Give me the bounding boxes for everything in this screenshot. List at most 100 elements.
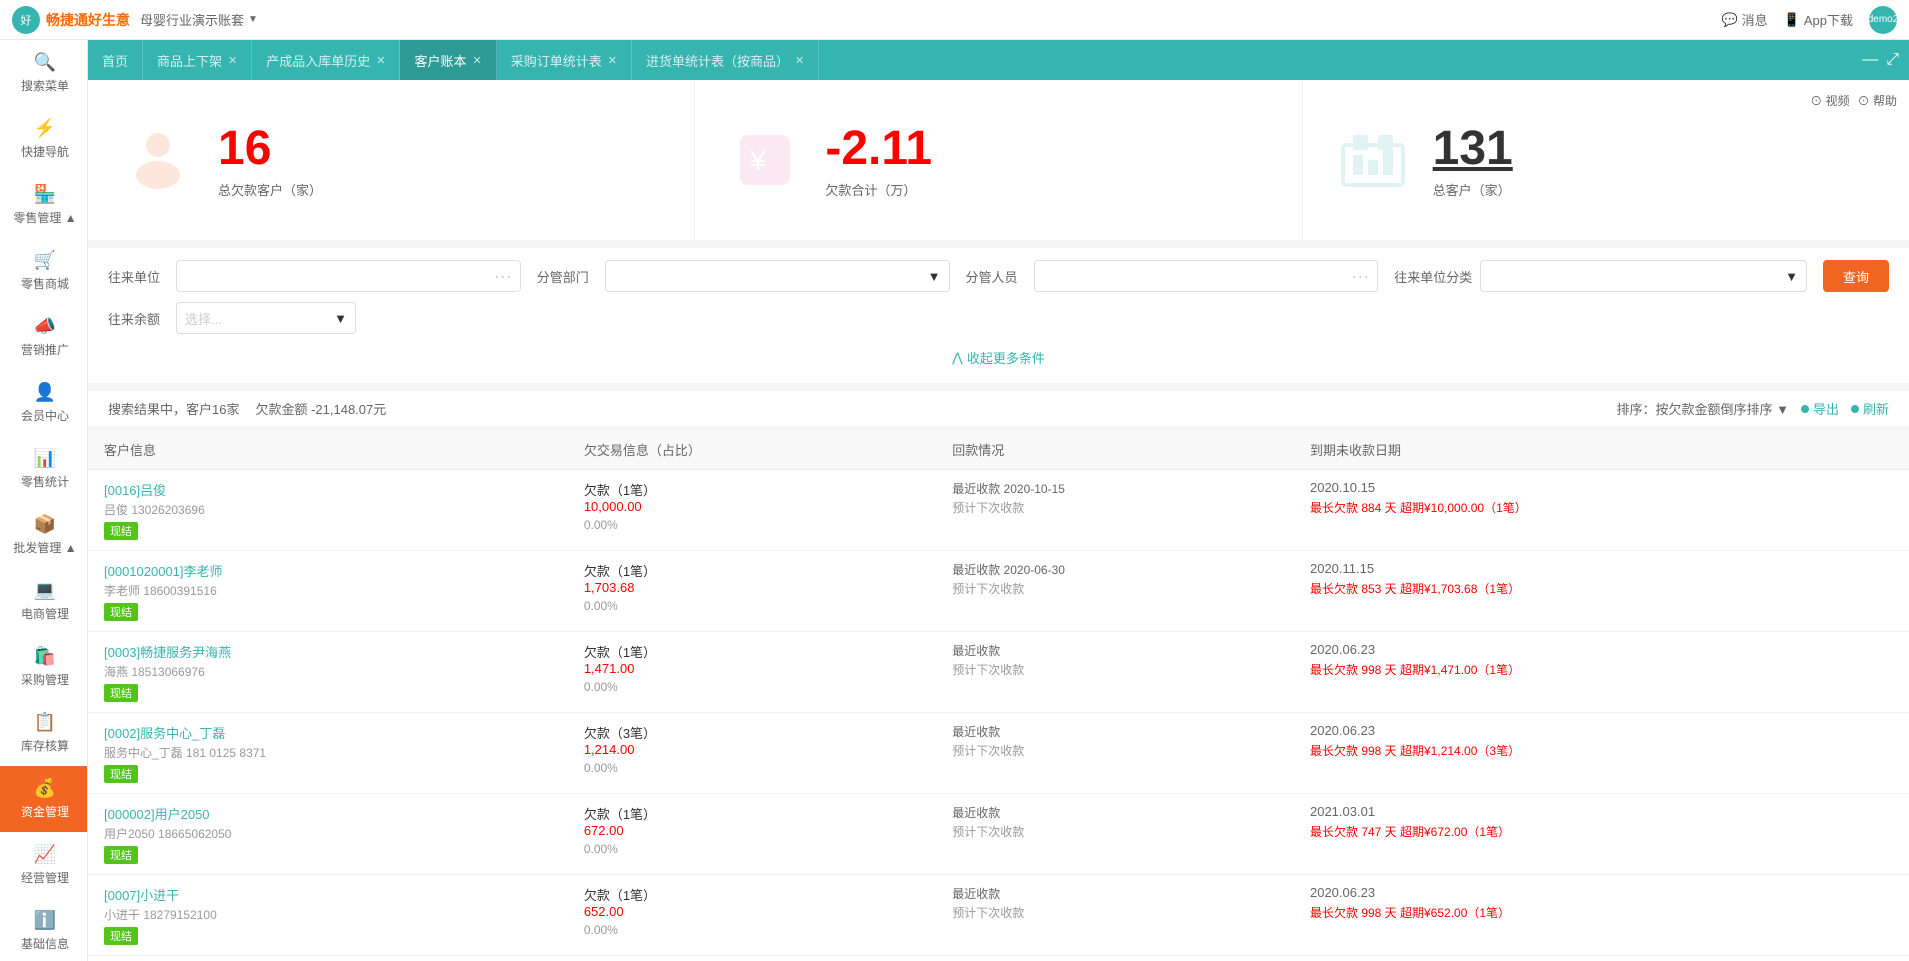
table-row: [0002]服务中心_丁磊 服务中心_丁磊 181 0125 8371 现结 欠… [88,713,1909,794]
tab-home[interactable]: 首页 [88,40,143,80]
maximize-button[interactable]: ⤢ [1886,51,1899,69]
filter-dept-select[interactable]: ▼ [605,260,950,292]
filter-unit-dots[interactable]: ··· [494,267,512,285]
table-row: [0007]小进干 小进干 18279152100 现结 欠款（1笔） 652.… [88,875,1909,956]
sidebar-item-电商管理[interactable]: 💻电商管理 [0,568,87,634]
total-customers-icon [1333,120,1413,200]
refresh-button[interactable]: 刷新 [1851,399,1889,418]
close-tab-purchase-order-stats[interactable]: ✕ [608,54,617,67]
sidebar-item-经营管理[interactable]: 📈经营管理 [0,832,87,898]
due-date: 2020.06.23 [1310,885,1893,900]
debt-amount-label: 欠款合计（万） [825,180,932,199]
export-icon [1801,405,1809,413]
overdue-link[interactable]: 最长欠款 998 天 超期¥1,471.00（1笔） [1310,661,1893,678]
sidebar-item-搜索菜单[interactable]: 🔍搜索菜单 [0,40,87,106]
debt-customers-value: 16 [218,121,322,176]
overdue-link[interactable]: 最长欠款 884 天 超期¥10,000.00（1笔） [1310,499,1893,516]
overdue-link[interactable]: 最长欠款 747 天 超期¥672.00（1笔） [1310,823,1893,840]
minimize-button[interactable]: — [1862,51,1878,69]
due-date: 2021.03.01 [1310,804,1893,819]
customer-contact: 李老师 18600391516 [104,582,552,599]
next-collection: 预计下次收款 [952,742,1278,759]
customer-contact: 用户2050 18665062050 [104,825,552,842]
col-header-due-date: 到期未收款日期 [1294,430,1909,470]
tab-inbound-stats[interactable]: 进货单统计表（按商品） ✕ [632,40,819,80]
logo: 好 畅捷通好生意 [12,6,130,34]
refresh-icon [1851,405,1859,413]
result-bar: 搜索结果中，客户16家 欠款金额 -21,148.07元 排序：按欠款金额倒序排… [88,391,1909,426]
sidebar-item-零售商城[interactable]: 🛒零售商城 [0,238,87,304]
sort-selector[interactable]: 排序：按欠款金额倒序排序 ▼ [1616,399,1789,418]
customer-name-link[interactable]: [0007]小进干 [104,888,179,903]
debt-amount: 10,000.00 [584,499,920,514]
tab-warehouse-history[interactable]: 产成品入库单历史 ✕ [252,40,400,80]
customer-name-link[interactable]: [000002]用户2050 [104,807,210,822]
filter-unit: 往来单位 ··· [108,260,521,292]
table-row: [0003]畅捷服务尹海燕 海燕 18513066976 现结 欠款（1笔） 1… [88,632,1909,713]
collapse-button[interactable]: ⋀ 收起更多条件 [108,344,1889,371]
filter-unit-input[interactable]: ··· [176,260,521,292]
tab-purchase-order-stats[interactable]: 采购订单统计表 ✕ [497,40,632,80]
next-collection: 预计下次收款 [952,661,1278,678]
sidebar-item-零售统计[interactable]: 📊零售统计 [0,436,87,502]
sidebar-item-会员中心[interactable]: 👤会员中心 [0,370,87,436]
filter-unit-type: 往来单位分类 ▼ [1394,260,1807,292]
next-collection: 预计下次收款 [952,580,1278,597]
customer-name-link[interactable]: [0001020001]李老师 [104,564,223,579]
stat-card-total-customers: 131 总客户（家） ⊙ 视频 ⊙ 帮助 [1303,80,1909,240]
sidebar-item-批发管理[interactable]: 📦批发管理 ▲ [0,502,87,568]
customer-name-link[interactable]: [0002]服务中心_丁磊 [104,726,225,741]
table-row: [0006]去下粮仓 陈小希 现结 欠款（1笔） 455.90 0.00% 最近… [88,956,1909,961]
customer-name-link[interactable]: [0016]吕俊 [104,483,166,498]
close-tab-inbound-stats[interactable]: ✕ [795,54,804,67]
overdue-link[interactable]: 最长欠款 998 天 超期¥652.00（1笔） [1310,904,1893,921]
filter-balance-select[interactable]: 选择... ▼ [176,302,356,334]
sidebar-item-资金管理[interactable]: 💰资金管理 [0,766,87,832]
video-button[interactable]: ⊙ 视频 [1810,92,1849,109]
table-row: [0016]吕俊 吕俊 13026203696 现结 欠款（1笔） 10,000… [88,470,1909,551]
overdue-link[interactable]: 最长欠款 853 天 超期¥1,703.68（1笔） [1310,580,1893,597]
export-button[interactable]: 导出 [1801,399,1839,418]
tab-product-listing[interactable]: 商品上下架 ✕ [143,40,252,80]
filter-area: 往来单位 ··· 分管部门 ▼ [88,248,1909,383]
app-download-button[interactable]: 📱 App下载 [1784,10,1853,29]
debt-label: 欠款（3笔） [584,723,920,742]
col-header-debt: 欠交易信息（占比） [568,430,936,470]
message-button[interactable]: 💬 消息 [1721,10,1767,29]
filter-person: 分管人员 ··· [966,260,1379,292]
filter-person-input[interactable]: ··· [1034,260,1379,292]
avatar[interactable]: demo2 [1869,6,1897,34]
sidebar-item-营销推广[interactable]: 📣营销推广 [0,304,87,370]
customer-tag: 现结 [104,846,138,864]
close-tab-warehouse-history[interactable]: ✕ [376,54,385,67]
help-button[interactable]: ⊙ 帮助 [1858,92,1897,109]
debt-amount: 652.00 [584,904,920,919]
filter-unit-type-select[interactable]: ▼ [1480,260,1807,292]
table-row: [0001020001]李老师 李老师 18600391516 现结 欠款（1笔… [88,551,1909,632]
store-selector[interactable]: 母婴行业演示账套 ▼ [140,10,258,29]
close-tab-customer-ledger[interactable]: ✕ [473,54,482,67]
debt-ratio: 0.00% [584,842,920,856]
customer-tag: 现结 [104,765,138,783]
sidebar-item-库存核算[interactable]: 📋库存核算 [0,700,87,766]
sidebar-item-快捷导航[interactable]: ⚡快捷导航 [0,106,87,172]
sidebar-item-零售管理[interactable]: 🏪零售管理 ▲ [0,172,87,238]
result-amount: 欠款金额 -21,148.07元 [255,399,386,418]
close-tab-product-listing[interactable]: ✕ [228,54,237,67]
debt-label: 欠款（1笔） [584,480,920,499]
customer-table: 客户信息 欠交易信息（占比） 回款情况 到期未收款日期 [0016]吕俊 吕俊 … [88,430,1909,961]
tab-bar: 首页 商品上下架 ✕ 产成品入库单历史 ✕ 客户账本 ✕ 采购订单统计表 ✕ [88,40,1909,80]
query-button[interactable]: 查询 [1823,260,1889,292]
next-collection: 预计下次收款 [952,823,1278,840]
debt-label: 欠款（1笔） [584,642,920,661]
filter-person-label: 分管人员 [966,267,1026,286]
tab-customer-ledger[interactable]: 客户账本 ✕ [400,40,496,80]
sidebar-item-基础信息[interactable]: ℹ️基础信息 [0,898,87,961]
customer-name-link[interactable]: [0003]畅捷服务尹海燕 [104,645,231,660]
sidebar-item-采购管理[interactable]: 🛍️采购管理 [0,634,87,700]
stat-card-debt-amount: ¥ -2.11 欠款合计（万） [695,80,1302,240]
overdue-link[interactable]: 最长欠款 998 天 超期¥1,214.00（3笔） [1310,742,1893,759]
filter-person-dots[interactable]: ··· [1351,267,1369,285]
total-customers-label: 总客户（家） [1433,180,1513,199]
recent-collection: 最近收款 [952,885,1278,902]
